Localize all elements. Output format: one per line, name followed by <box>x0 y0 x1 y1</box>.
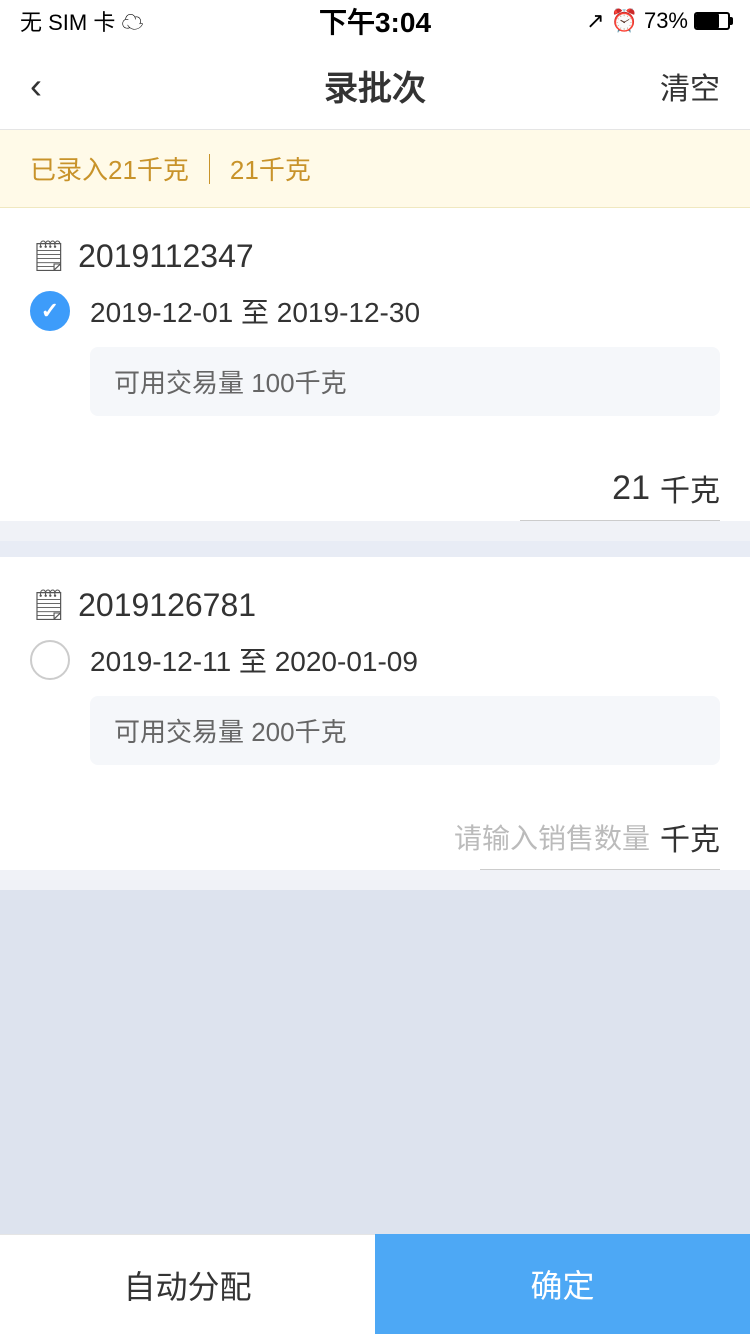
batch-2-icon: 🗒 <box>30 588 68 623</box>
recorded-amount-label: 已录入21千克 <box>30 150 189 187</box>
section-separator <box>0 541 750 557</box>
status-left: 无 SIM 卡 ☁ <box>20 5 143 37</box>
batch-1-icon: 🗒 <box>30 239 68 274</box>
page-title: 录批次 <box>324 61 426 110</box>
batch-1-quantity-row: 21 千克 <box>0 446 750 520</box>
batch-2-header: 🗒 2019126781 <box>30 587 720 624</box>
amount-value: 21千克 <box>230 150 311 187</box>
confirm-button[interactable]: 确定 <box>375 1234 750 1334</box>
battery-icon <box>694 12 730 30</box>
batch-2-available-box: 可用交易量 200千克 <box>90 696 720 765</box>
batch-1-quantity-unit: 千克 <box>660 466 720 510</box>
info-divider <box>209 154 210 184</box>
batch-1-header: 🗒 2019112347 <box>30 238 720 275</box>
batch-2-radio[interactable] <box>30 640 70 680</box>
batch-1-item: 🗒 2019112347 2019-12-01 至 2019-12-30 可用交… <box>0 208 750 446</box>
battery-percent: 73% <box>644 8 688 34</box>
gray-area <box>0 890 750 1290</box>
bottom-bar: 自动分配 确定 <box>0 1234 750 1334</box>
batch-2-input-placeholder: 请输入销售数量 <box>454 817 650 857</box>
batch-1-date-row: 2019-12-01 至 2019-12-30 <box>30 291 720 331</box>
batch-1-available-box: 可用交易量 100千克 <box>90 347 720 416</box>
batch-2-input-unit: 千克 <box>660 815 720 859</box>
batch-2-container: 🗒 2019126781 2019-12-11 至 2020-01-09 可用交… <box>0 557 750 870</box>
batch-2-input-row: 请输入销售数量 千克 <box>0 795 750 869</box>
batch-2-id: 2019126781 <box>78 587 256 624</box>
location-icon: ↗ <box>586 8 604 34</box>
info-banner: 已录入21千克 21千克 <box>0 130 750 208</box>
back-button[interactable]: ‹ <box>30 65 90 107</box>
status-time: 下午3:04 <box>319 1 431 41</box>
batch-2-date: 2019-12-11 至 2020-01-09 <box>90 640 418 680</box>
auto-distribute-button[interactable]: 自动分配 <box>0 1234 375 1334</box>
batch-2-date-row: 2019-12-11 至 2020-01-09 <box>30 640 720 680</box>
batch-1-quantity-value: 21 <box>612 469 650 508</box>
batch-2-available-text: 可用交易量 200千克 <box>114 717 347 747</box>
batch-1-available-text: 可用交易量 100千克 <box>114 368 347 398</box>
nav-bar: ‹ 录批次 清空 <box>0 42 750 130</box>
alarm-icon: ⏰ <box>611 8 638 34</box>
batch-1-underline <box>520 520 720 521</box>
clear-button[interactable]: 清空 <box>660 64 720 108</box>
status-right: ↗ ⏰ 73% <box>586 8 730 34</box>
batch-2-item: 🗒 2019126781 2019-12-11 至 2020-01-09 可用交… <box>0 557 750 795</box>
batch-2-underline <box>480 869 720 870</box>
batch-1-id: 2019112347 <box>78 238 254 275</box>
batch-1-radio[interactable] <box>30 291 70 331</box>
sim-text: 无 SIM 卡 ☁ <box>20 5 143 37</box>
batch-1-container: 🗒 2019112347 2019-12-01 至 2019-12-30 可用交… <box>0 208 750 521</box>
status-bar: 无 SIM 卡 ☁ 下午3:04 ↗ ⏰ 73% <box>0 0 750 42</box>
batch-1-date: 2019-12-01 至 2019-12-30 <box>90 291 420 331</box>
